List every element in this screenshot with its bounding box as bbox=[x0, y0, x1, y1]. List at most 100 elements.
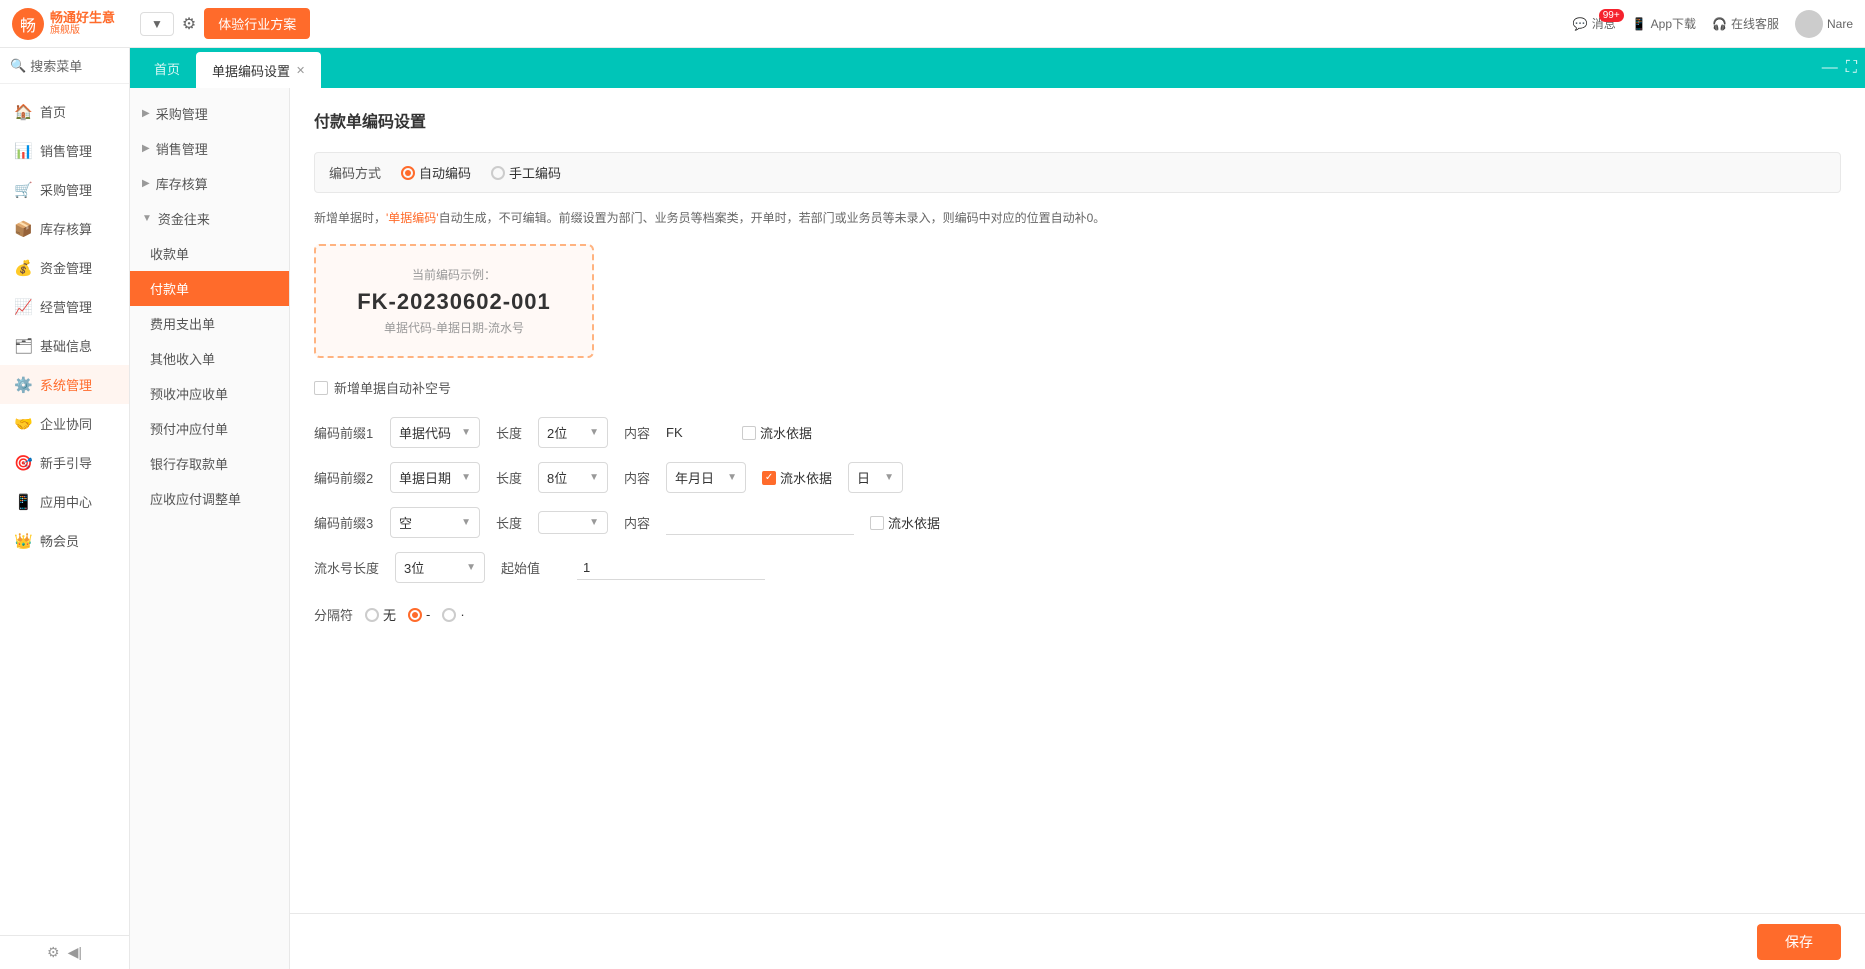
prefix3-label: 编码前缀3 bbox=[314, 513, 374, 532]
sec-nav-payment[interactable]: 付款单 bbox=[130, 271, 289, 306]
save-button[interactable]: 保存 bbox=[1757, 924, 1841, 960]
tab-home[interactable]: 首页 bbox=[138, 48, 196, 88]
content2-arrow-icon: ▼ bbox=[727, 472, 737, 483]
sidebar-item-guide[interactable]: 🎯 新手引导 bbox=[0, 443, 129, 482]
sidebar-search[interactable]: 🔍 搜索菜单 bbox=[0, 48, 129, 84]
sep-dash-label: - bbox=[426, 607, 430, 622]
stream2-label: 流水依据 bbox=[780, 468, 832, 487]
prefix2-select[interactable]: 单据日期 ▼ bbox=[390, 462, 480, 493]
content1-label: 内容 bbox=[624, 423, 650, 442]
sec-nav-expense[interactable]: 费用支出单 bbox=[130, 306, 289, 341]
sec-nav-group-fund: ▼ 资金往来 收款单 付款单 费用支出单 其他收入单 bbox=[130, 201, 289, 516]
len1-select[interactable]: 2位 ▼ bbox=[538, 417, 608, 448]
tab-close-icon[interactable]: ✕ bbox=[296, 64, 305, 77]
sec-nav-receipt[interactable]: 收款单 bbox=[130, 236, 289, 271]
sidebar-item-coop[interactable]: 🤝 企业协同 bbox=[0, 404, 129, 443]
sec-nav-purchase[interactable]: ▶ 采购管理 bbox=[130, 96, 289, 131]
sec-nav-sales[interactable]: ▶ 销售管理 bbox=[130, 131, 289, 166]
stream3-label: 流水依据 bbox=[888, 513, 940, 532]
stream2-checkbox[interactable]: ✓ 流水依据 bbox=[762, 468, 832, 487]
len1-value: 2位 bbox=[547, 423, 567, 442]
stream1-check-box bbox=[742, 426, 756, 440]
len3-select[interactable]: ▼ bbox=[538, 511, 608, 534]
stream3-checkbox[interactable]: 流水依据 bbox=[870, 513, 940, 532]
len2-label: 长度 bbox=[496, 468, 522, 487]
tab-actions: — ⛶ bbox=[1822, 59, 1857, 77]
content2-label: 内容 bbox=[624, 468, 650, 487]
prefix1-select[interactable]: 单据代码 ▼ bbox=[390, 417, 480, 448]
sidebar-item-label: 畅会员 bbox=[40, 531, 79, 550]
sep-dash-dot bbox=[408, 608, 422, 622]
prefix3-select[interactable]: 空 ▼ bbox=[390, 507, 480, 538]
home-icon: 🏠 bbox=[14, 103, 32, 121]
sec-nav-bank[interactable]: 银行存取款单 bbox=[130, 446, 289, 481]
sidebar-item-sales[interactable]: 📊 销售管理 bbox=[0, 131, 129, 170]
sidebar-item-inventory[interactable]: 📦 库存核算 bbox=[0, 209, 129, 248]
content-area: ▶ 采购管理 ▶ 销售管理 ▶ 库存核算 bbox=[130, 88, 1865, 969]
sidebar-item-fund[interactable]: 💰 资金管理 bbox=[0, 248, 129, 287]
app-download-item[interactable]: 📱 App下载 bbox=[1632, 15, 1696, 32]
separator-label: 分隔符 bbox=[314, 605, 353, 624]
prefix1-value: 单据代码 bbox=[399, 423, 451, 442]
manual-encode-radio[interactable]: 手工编码 bbox=[491, 163, 561, 182]
sidebar-item-purchase[interactable]: 🛒 采购管理 bbox=[0, 170, 129, 209]
content2-select[interactable]: 年月日 ▼ bbox=[666, 462, 746, 493]
sep-dot-radio[interactable]: · bbox=[442, 607, 464, 622]
sec-nav-prepay-pay[interactable]: 预付冲应付单 bbox=[130, 411, 289, 446]
auto-fill-checkbox[interactable] bbox=[314, 381, 328, 395]
auto-encode-radio[interactable]: 自动编码 bbox=[401, 163, 471, 182]
serial-row: 流水号长度 3位 ▼ 起始值 bbox=[314, 552, 1841, 583]
inventory-icon: 📦 bbox=[14, 220, 32, 238]
sidebar-item-ops[interactable]: 📈 经营管理 bbox=[0, 287, 129, 326]
logo-text: 畅通好生意 旗舰版 bbox=[50, 10, 115, 38]
service-item[interactable]: 🎧 在线客服 bbox=[1712, 15, 1779, 32]
search-label: 搜索菜单 bbox=[30, 56, 82, 75]
sidebar-item-label: 首页 bbox=[40, 102, 66, 121]
sec-nav-other-income[interactable]: 其他收入单 bbox=[130, 341, 289, 376]
sidebar-item-system[interactable]: ⚙️ 系统管理 bbox=[0, 365, 129, 404]
tab-code-setting[interactable]: 单据编码设置 ✕ bbox=[196, 52, 321, 88]
sidebar-item-home[interactable]: 🏠 首页 bbox=[0, 92, 129, 131]
prefix1-row: 编码前缀1 单据代码 ▼ 长度 2位 ▼ 内容 FK bbox=[314, 417, 1841, 448]
sec-nav-inventory[interactable]: ▶ 库存核算 bbox=[130, 166, 289, 201]
content3-input[interactable] bbox=[666, 511, 854, 535]
sec-nav-prepay-recv[interactable]: 预收冲应收单 bbox=[130, 376, 289, 411]
prefix2-value: 单据日期 bbox=[399, 468, 451, 487]
sidebar-item-member[interactable]: 👑 畅会员 bbox=[0, 521, 129, 560]
sec-nav-adjust[interactable]: 应收应付调整单 bbox=[130, 481, 289, 516]
logo-main: 畅通好生意 bbox=[50, 10, 115, 26]
trial-button[interactable]: 体验行业方案 bbox=[204, 8, 310, 39]
len1-label: 长度 bbox=[496, 423, 522, 442]
start-input[interactable] bbox=[577, 556, 765, 580]
tab-bar: 首页 单据编码设置 ✕ — ⛶ bbox=[130, 48, 1865, 88]
dropdown-button[interactable]: ▼ bbox=[140, 12, 174, 36]
tab-expand-icon[interactable]: ⛶ bbox=[1846, 59, 1857, 77]
stream1-checkbox[interactable]: 流水依据 bbox=[742, 423, 812, 442]
sidebar-item-appstore[interactable]: 📱 应用中心 bbox=[0, 482, 129, 521]
secondary-sidebar: ▶ 采购管理 ▶ 销售管理 ▶ 库存核算 bbox=[130, 88, 290, 969]
sep-none-radio[interactable]: 无 bbox=[365, 605, 396, 624]
sec-nav-fund[interactable]: ▼ 资金往来 bbox=[130, 201, 289, 236]
auto-encode-label: 自动编码 bbox=[419, 163, 471, 182]
sidebar-item-basic[interactable]: 🗂 基础信息 bbox=[0, 326, 129, 365]
settings-bottom-icon[interactable]: ⚙ bbox=[47, 944, 60, 961]
collapse-icon[interactable]: ◀| bbox=[68, 944, 82, 961]
user-item[interactable]: Nare bbox=[1795, 10, 1853, 38]
stream2-unit-select[interactable]: 日 ▼ bbox=[848, 462, 903, 493]
prefix2-row: 编码前缀2 单据日期 ▼ 长度 8位 ▼ 内容 bbox=[314, 462, 1841, 493]
tab-minimize-icon[interactable]: — bbox=[1822, 59, 1838, 77]
gear-icon[interactable]: ⚙ bbox=[182, 14, 196, 34]
sep-dash-radio[interactable]: - bbox=[408, 607, 430, 622]
bottom-bar: 保存 bbox=[290, 913, 1865, 969]
service-icon: 🎧 bbox=[1712, 17, 1727, 31]
content1-value: FK bbox=[666, 425, 726, 440]
sidebar-item-label: 经营管理 bbox=[40, 297, 92, 316]
sidebar-item-label: 基础信息 bbox=[40, 336, 92, 355]
preview-value: FK-20230602-001 bbox=[340, 289, 568, 315]
message-item[interactable]: 💬 消息 99+ bbox=[1573, 15, 1616, 32]
serial-len-select[interactable]: 3位 ▼ bbox=[395, 552, 485, 583]
header-right: 💬 消息 99+ 📱 App下载 🎧 在线客服 Nare bbox=[1573, 10, 1853, 38]
sep-dot-label: · bbox=[460, 607, 464, 622]
len2-select[interactable]: 8位 ▼ bbox=[538, 462, 608, 493]
main-layout: 🔍 搜索菜单 🏠 首页 📊 销售管理 🛒 采购管理 📦 库存核算 💰 bbox=[0, 48, 1865, 969]
